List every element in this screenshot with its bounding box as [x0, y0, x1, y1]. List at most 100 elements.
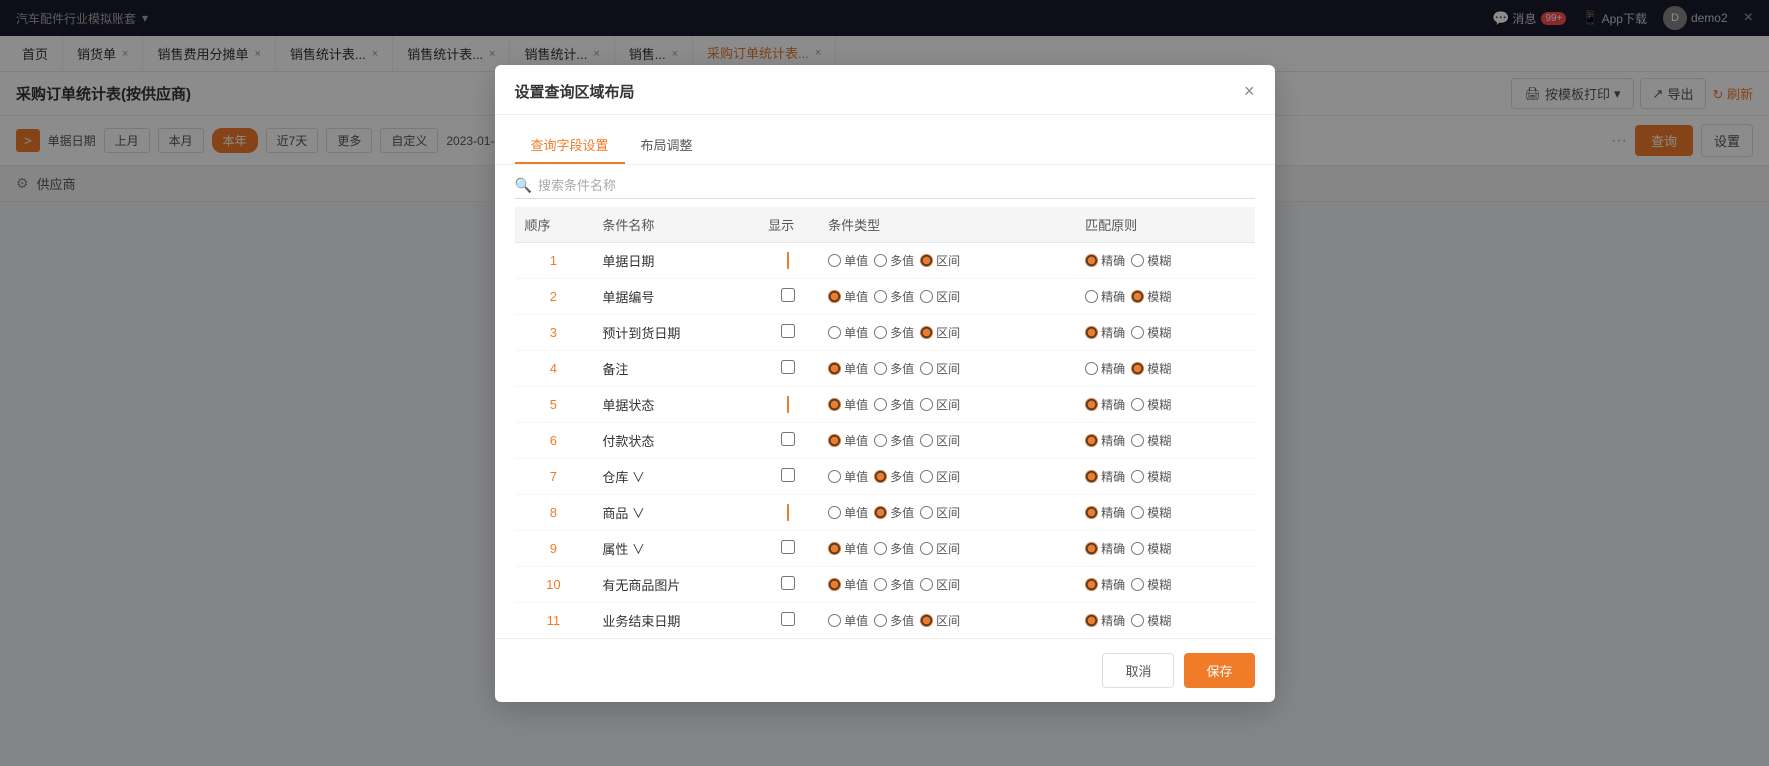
- match-option-模糊[interactable]: 模糊: [1131, 504, 1171, 521]
- row-name: 属性 ∨: [592, 530, 758, 566]
- match-option-精确[interactable]: 精确: [1085, 252, 1125, 269]
- row-display[interactable]: [758, 458, 818, 494]
- display-checkbox[interactable]: [781, 324, 795, 338]
- display-checkbox-checked[interactable]: [787, 252, 789, 269]
- modal-header: 设置查询区域布局 ×: [495, 65, 1275, 115]
- type-option-多值[interactable]: 多值: [874, 252, 914, 269]
- row-display[interactable]: [758, 350, 818, 386]
- row-display[interactable]: [758, 422, 818, 458]
- type-option-多值[interactable]: 多值: [874, 288, 914, 305]
- type-option-多值[interactable]: 多值: [874, 540, 914, 557]
- display-checkbox[interactable]: [781, 360, 795, 374]
- type-option-多值[interactable]: 多值: [874, 468, 914, 485]
- display-checkbox[interactable]: [781, 288, 795, 302]
- display-checkbox[interactable]: [781, 540, 795, 554]
- match-option-精确[interactable]: 精确: [1085, 576, 1125, 593]
- type-option-区间[interactable]: 区间: [920, 396, 960, 413]
- match-option-精确[interactable]: 精确: [1085, 288, 1125, 305]
- type-option-单值[interactable]: 单值: [828, 576, 868, 593]
- type-option-多值[interactable]: 多值: [874, 612, 914, 629]
- type-option-区间[interactable]: 区间: [920, 576, 960, 593]
- display-checkbox-checked[interactable]: [787, 504, 789, 521]
- cancel-btn[interactable]: 取消: [1102, 653, 1174, 688]
- table-row: 9属性 ∨单值多值区间精确模糊: [515, 530, 1255, 566]
- type-option-区间[interactable]: 区间: [920, 324, 960, 341]
- row-name: 备注: [592, 350, 758, 386]
- modal-tab-query-fields[interactable]: 查询字段设置: [515, 127, 625, 164]
- type-option-单值[interactable]: 单值: [828, 504, 868, 521]
- match-option-精确[interactable]: 精确: [1085, 432, 1125, 449]
- match-option-模糊[interactable]: 模糊: [1131, 540, 1171, 557]
- type-option-多值[interactable]: 多值: [874, 432, 914, 449]
- match-option-模糊[interactable]: 模糊: [1131, 360, 1171, 377]
- type-option-多值[interactable]: 多值: [874, 360, 914, 377]
- type-option-多值[interactable]: 多值: [874, 576, 914, 593]
- row-match: 精确模糊: [1075, 566, 1254, 602]
- match-option-精确[interactable]: 精确: [1085, 396, 1125, 413]
- row-order: 4: [515, 350, 593, 386]
- row-order: 8: [515, 494, 593, 530]
- type-option-区间[interactable]: 区间: [920, 288, 960, 305]
- row-display[interactable]: [758, 494, 818, 530]
- row-type: 单值多值区间: [818, 422, 1075, 458]
- type-option-单值[interactable]: 单值: [828, 612, 868, 629]
- match-option-模糊[interactable]: 模糊: [1131, 468, 1171, 485]
- match-option-精确[interactable]: 精确: [1085, 360, 1125, 377]
- col-name: 条件名称: [592, 207, 758, 243]
- row-type: 单值多值区间: [818, 314, 1075, 350]
- modal-tab-layout-adjust[interactable]: 布局调整: [625, 127, 709, 164]
- row-name: 有无商品图片: [592, 566, 758, 602]
- type-option-单值[interactable]: 单值: [828, 252, 868, 269]
- type-option-单值[interactable]: 单值: [828, 288, 868, 305]
- modal-tabs: 查询字段设置 布局调整: [495, 115, 1275, 165]
- match-option-精确[interactable]: 精确: [1085, 324, 1125, 341]
- type-option-多值[interactable]: 多值: [874, 396, 914, 413]
- type-option-单值[interactable]: 单值: [828, 540, 868, 557]
- match-option-精确[interactable]: 精确: [1085, 504, 1125, 521]
- type-option-多值[interactable]: 多值: [874, 504, 914, 521]
- settings-modal: 设置查询区域布局 × 查询字段设置 布局调整 🔍 顺序 条件名称 显示 条件类型: [495, 65, 1275, 702]
- row-display[interactable]: [758, 386, 818, 422]
- row-type: 单值多值区间: [818, 530, 1075, 566]
- type-option-单值[interactable]: 单值: [828, 360, 868, 377]
- row-display[interactable]: [758, 530, 818, 566]
- type-option-区间[interactable]: 区间: [920, 540, 960, 557]
- row-display[interactable]: [758, 278, 818, 314]
- match-option-精确[interactable]: 精确: [1085, 612, 1125, 629]
- display-checkbox[interactable]: [781, 612, 795, 626]
- display-checkbox[interactable]: [781, 576, 795, 590]
- row-display[interactable]: [758, 566, 818, 602]
- type-option-区间[interactable]: 区间: [920, 360, 960, 377]
- type-option-单值[interactable]: 单值: [828, 432, 868, 449]
- table-row: 1单据日期单值多值区间精确模糊: [515, 242, 1255, 278]
- modal-close-btn[interactable]: ×: [1244, 81, 1255, 102]
- match-option-模糊[interactable]: 模糊: [1131, 252, 1171, 269]
- type-option-区间[interactable]: 区间: [920, 432, 960, 449]
- type-option-单值[interactable]: 单值: [828, 396, 868, 413]
- match-option-模糊[interactable]: 模糊: [1131, 396, 1171, 413]
- row-match: 精确模糊: [1075, 350, 1254, 386]
- type-option-多值[interactable]: 多值: [874, 324, 914, 341]
- match-option-模糊[interactable]: 模糊: [1131, 612, 1171, 629]
- type-option-单值[interactable]: 单值: [828, 468, 868, 485]
- match-option-模糊[interactable]: 模糊: [1131, 432, 1171, 449]
- row-display[interactable]: [758, 314, 818, 350]
- match-option-模糊[interactable]: 模糊: [1131, 288, 1171, 305]
- match-option-精确[interactable]: 精确: [1085, 540, 1125, 557]
- match-option-精确[interactable]: 精确: [1085, 468, 1125, 485]
- type-option-单值[interactable]: 单值: [828, 324, 868, 341]
- row-display[interactable]: [758, 602, 818, 638]
- display-checkbox-checked[interactable]: [787, 396, 789, 413]
- match-option-模糊[interactable]: 模糊: [1131, 324, 1171, 341]
- display-checkbox[interactable]: [781, 432, 795, 446]
- type-option-区间[interactable]: 区间: [920, 612, 960, 629]
- save-btn[interactable]: 保存: [1184, 653, 1254, 688]
- type-option-区间[interactable]: 区间: [920, 504, 960, 521]
- type-option-区间[interactable]: 区间: [920, 252, 960, 269]
- search-input[interactable]: [538, 178, 1255, 193]
- type-option-区间[interactable]: 区间: [920, 468, 960, 485]
- display-checkbox[interactable]: [781, 468, 795, 482]
- row-order: 9: [515, 530, 593, 566]
- match-option-模糊[interactable]: 模糊: [1131, 576, 1171, 593]
- row-display[interactable]: [758, 242, 818, 278]
